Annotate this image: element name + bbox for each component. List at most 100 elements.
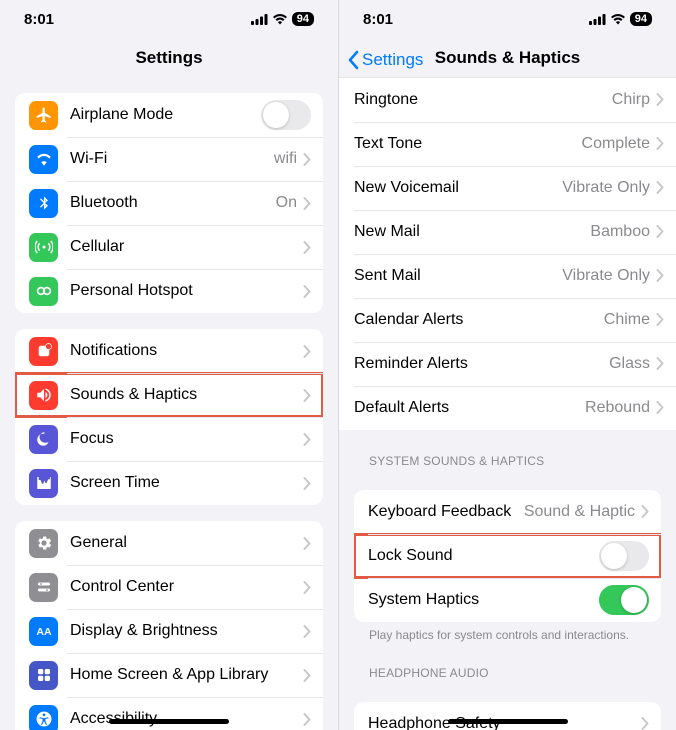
- chevron-right-icon: [641, 717, 649, 730]
- row-label: System Haptics: [368, 591, 599, 609]
- toggle-switch[interactable]: [599, 585, 649, 615]
- chevron-right-icon: [656, 313, 664, 326]
- home-indicator[interactable]: [448, 719, 568, 724]
- settings-row-system-haptics[interactable]: System Haptics: [354, 578, 661, 622]
- settings-row-calendar-alerts[interactable]: Calendar AlertsChime: [339, 298, 676, 342]
- row-label: Default Alerts: [354, 399, 585, 417]
- accessibility-icon: [29, 705, 58, 730]
- row-label: General: [70, 534, 303, 552]
- settings-row-ringtone[interactable]: RingtoneChirp: [339, 78, 676, 122]
- row-label: Home Screen & App Library: [70, 666, 303, 684]
- status-indicators: 94: [251, 12, 314, 26]
- row-label: Airplane Mode: [70, 106, 261, 124]
- settings-scroll[interactable]: Airplane ModeWi-FiwifiBluetoothOnCellula…: [0, 77, 338, 730]
- row-detail: Vibrate Only: [562, 267, 650, 285]
- settings-row-cellular[interactable]: Cellular: [15, 225, 323, 269]
- chevron-right-icon: [303, 433, 311, 446]
- row-label: Sent Mail: [354, 267, 562, 285]
- row-label: New Mail: [354, 223, 590, 241]
- settings-row-airplane-mode[interactable]: Airplane Mode: [15, 93, 323, 137]
- settings-row-focus[interactable]: Focus: [15, 417, 323, 461]
- sounds-scroll[interactable]: RingtoneChirpText ToneCompleteNew Voicem…: [339, 77, 676, 730]
- chevron-right-icon: [641, 505, 649, 518]
- cellular-icon: [29, 233, 58, 262]
- toggle-switch[interactable]: [599, 541, 649, 571]
- settings-row-sent-mail[interactable]: Sent MailVibrate Only: [339, 254, 676, 298]
- focus-icon: [29, 425, 58, 454]
- row-label: Ringtone: [354, 91, 612, 109]
- row-label: Bluetooth: [70, 194, 276, 212]
- wifi-icon: [29, 145, 58, 174]
- chevron-right-icon: [656, 93, 664, 106]
- settings-row-sounds-haptics[interactable]: Sounds & Haptics: [15, 373, 323, 417]
- chevron-right-icon: [303, 285, 311, 298]
- controlcenter-icon: [29, 573, 58, 602]
- settings-row-wi-fi[interactable]: Wi-Fiwifi: [15, 137, 323, 181]
- chevron-right-icon: [303, 345, 311, 358]
- phone-settings: 8:01 94 Settings Airplane ModeWi-FiwifiB…: [0, 0, 338, 730]
- home-indicator[interactable]: [109, 719, 229, 724]
- row-label: Keyboard Feedback: [368, 503, 524, 521]
- row-label: Cellular: [70, 238, 303, 256]
- settings-row-new-mail[interactable]: New MailBamboo: [339, 210, 676, 254]
- settings-row-lock-sound[interactable]: Lock Sound: [354, 534, 661, 578]
- settings-row-reminder-alerts[interactable]: Reminder AlertsGlass: [339, 342, 676, 386]
- chevron-right-icon: [303, 581, 311, 594]
- settings-row-control-center[interactable]: Control Center: [15, 565, 323, 609]
- chevron-right-icon: [656, 181, 664, 194]
- headphone-audio-group: Headphone SafetyPersonalized Spatial Aud…: [354, 702, 661, 730]
- row-label: Calendar Alerts: [354, 311, 604, 329]
- row-label: New Voicemail: [354, 179, 562, 197]
- settings-row-new-voicemail[interactable]: New VoicemailVibrate Only: [339, 166, 676, 210]
- settings-row-text-tone[interactable]: Text ToneComplete: [339, 122, 676, 166]
- nav-bar: Settings Sounds & Haptics: [339, 38, 676, 76]
- settings-row-notifications[interactable]: Notifications: [15, 329, 323, 373]
- row-detail: Vibrate Only: [562, 179, 650, 197]
- signal-icon: [589, 14, 606, 25]
- settings-row-screen-time[interactable]: Screen Time: [15, 461, 323, 505]
- row-label: Screen Time: [70, 474, 303, 492]
- nav-bar: Settings: [0, 39, 338, 78]
- row-label: Reminder Alerts: [354, 355, 609, 373]
- settings-row-accessibility[interactable]: Accessibility: [15, 697, 323, 730]
- row-detail: Complete: [582, 135, 650, 153]
- settings-row-home-screen-app-library[interactable]: Home Screen & App Library: [15, 653, 323, 697]
- row-detail: On: [276, 194, 297, 212]
- row-detail: wifi: [274, 150, 297, 168]
- notifications-icon: [29, 337, 58, 366]
- settings-group: General Control CenterAADisplay & Brightn…: [15, 521, 323, 730]
- bluetooth-icon: [29, 189, 58, 218]
- chevron-right-icon: [656, 225, 664, 238]
- settings-row-headphone-safety[interactable]: Headphone Safety: [354, 702, 661, 730]
- status-bar: 8:01 94: [0, 0, 338, 39]
- homescreen-icon: [29, 661, 58, 690]
- back-button[interactable]: Settings: [347, 38, 423, 82]
- signal-icon: [251, 14, 268, 25]
- battery-level: 94: [292, 12, 314, 26]
- settings-group: Notifications Sounds & Haptics Focus Screen…: [15, 329, 323, 505]
- hotspot-icon: [29, 277, 58, 306]
- chevron-right-icon: [303, 153, 311, 166]
- settings-row-default-alerts[interactable]: Default AlertsRebound: [339, 386, 676, 430]
- row-detail: Chime: [604, 311, 650, 329]
- svg-text:AA: AA: [36, 626, 52, 638]
- settings-row-keyboard-feedback[interactable]: Keyboard FeedbackSound & Haptic: [354, 490, 661, 534]
- row-label: Lock Sound: [368, 547, 599, 565]
- toggle-switch[interactable]: [261, 100, 311, 130]
- settings-row-bluetooth[interactable]: BluetoothOn: [15, 181, 323, 225]
- row-detail: Rebound: [585, 399, 650, 417]
- screentime-icon: [29, 469, 58, 498]
- chevron-right-icon: [656, 401, 664, 414]
- display-icon: AA: [29, 617, 58, 646]
- row-label: Focus: [70, 430, 303, 448]
- chevron-right-icon: [303, 477, 311, 490]
- system-sounds-footer: Play haptics for system controls and int…: [339, 622, 676, 642]
- settings-row-display-brightness[interactable]: AADisplay & Brightness: [15, 609, 323, 653]
- chevron-right-icon: [303, 713, 311, 726]
- settings-row-personal-hotspot[interactable]: Personal Hotspot: [15, 269, 323, 313]
- chevron-left-icon: [347, 50, 359, 70]
- row-detail: Sound & Haptic: [524, 503, 635, 521]
- row-label: Text Tone: [354, 135, 582, 153]
- row-label: Sounds & Haptics: [70, 386, 303, 404]
- settings-row-general[interactable]: General: [15, 521, 323, 565]
